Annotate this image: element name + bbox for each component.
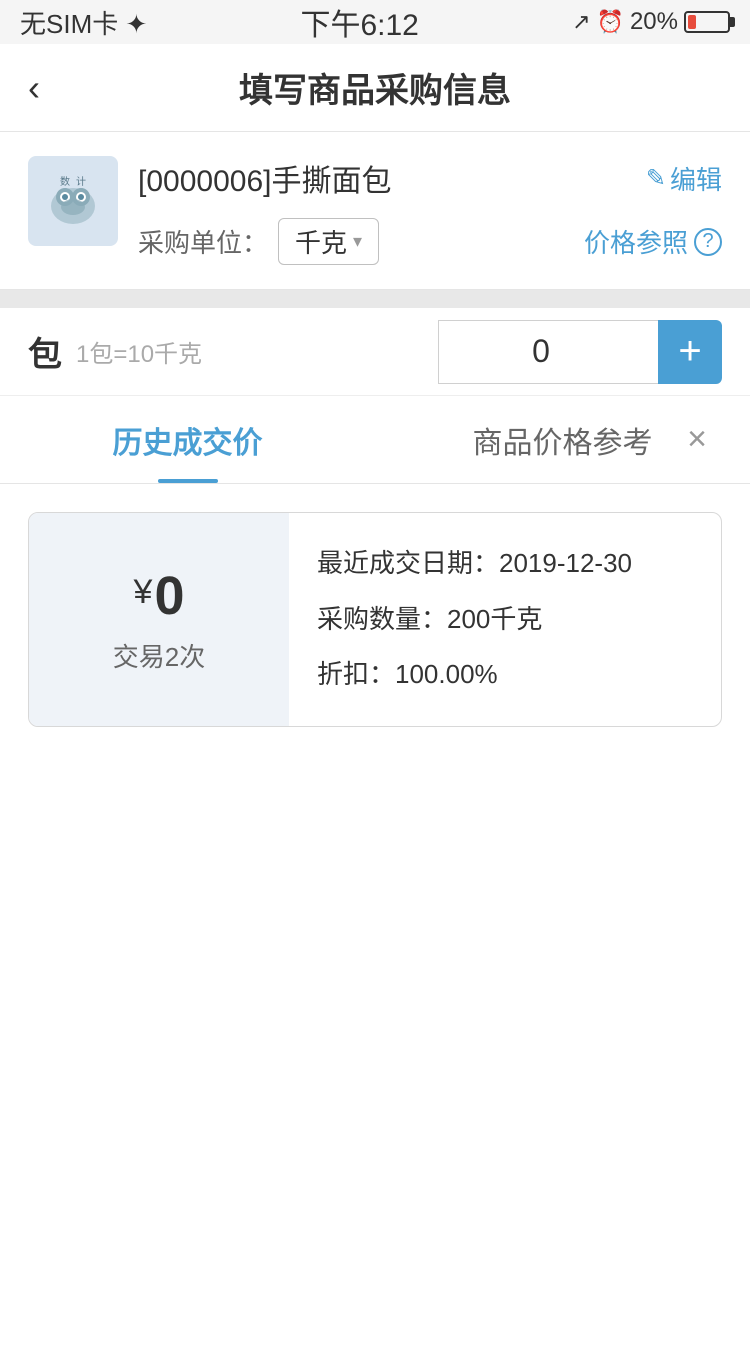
svg-text:计: 计	[76, 175, 86, 188]
tab-product-price-ref-label: 商品价格参考	[473, 418, 653, 462]
unit-select[interactable]: 千克 ▾	[278, 218, 379, 265]
close-button[interactable]: ×	[672, 415, 722, 465]
status-bar: 无SIM卡 ✦ 下午6:12 ↗ ⏰ 20%	[0, 0, 750, 44]
purchase-quantity-label: 采购数量：	[317, 604, 447, 634]
edit-button[interactable]: ✎ 编辑	[646, 160, 722, 197]
alarm-icon: ⏰	[597, 9, 624, 35]
status-time: 下午6:12	[300, 0, 418, 44]
price-amount: ¥ 0	[134, 565, 185, 627]
product-thumbnail: 数 计	[28, 156, 118, 246]
unit-value: 千克	[295, 223, 347, 260]
help-icon: ?	[694, 228, 722, 256]
quantity-unit: 包	[28, 327, 62, 376]
svg-text:数: 数	[60, 175, 70, 188]
page-title: 填写商品采购信息	[239, 63, 511, 112]
unit-label: 采购单位：	[138, 223, 268, 260]
discount-value: 100.00%	[395, 659, 498, 689]
content-area	[0, 755, 750, 1355]
purchase-quantity-value: 200千克	[447, 604, 542, 634]
quantity-plus-button[interactable]: +	[658, 320, 722, 384]
status-carrier: 无SIM卡 ✦	[20, 4, 147, 41]
nav-bar: ‹ 填写商品采购信息	[0, 44, 750, 132]
purchase-quantity-row: 采购数量：200千克	[317, 599, 693, 641]
section-divider	[0, 290, 750, 308]
edit-label: 编辑	[670, 160, 722, 197]
battery-icon	[684, 11, 730, 33]
recent-date-value: 2019-12-30	[499, 548, 632, 578]
status-right: ↗ ⏰ 20%	[572, 8, 730, 36]
recent-date-row: 最近成交日期：2019-12-30	[317, 543, 693, 585]
battery-percent: 20%	[630, 8, 678, 36]
price-card: ¥ 0 交易2次 最近成交日期：2019-12-30 采购数量：200千克 折扣…	[28, 512, 722, 727]
back-button[interactable]: ‹	[28, 67, 40, 109]
trade-count: 交易2次	[113, 637, 205, 674]
tab-history-price[interactable]: 历史成交价	[0, 396, 375, 483]
currency-symbol: ¥	[134, 573, 153, 612]
recent-date-label: 最近成交日期：	[317, 548, 499, 578]
tabs-row: 历史成交价 商品价格参考 ×	[0, 396, 750, 484]
quantity-section: 包 1包=10千克 +	[0, 308, 750, 396]
quantity-input[interactable]	[438, 320, 658, 384]
carrier-text: 无SIM卡 ✦	[20, 4, 147, 41]
tab-history-price-label: 历史成交价	[113, 418, 263, 462]
discount-row: 折扣：100.00%	[317, 654, 693, 696]
product-logo-icon: 数 计	[43, 171, 103, 231]
edit-icon: ✎	[646, 164, 666, 193]
chevron-down-icon: ▾	[353, 231, 362, 252]
bottom-panel: 历史成交价 商品价格参考 × ¥ 0 交易2次 最近成交日期：2019-12-3…	[0, 396, 750, 755]
discount-label: 折扣：	[317, 659, 395, 689]
quantity-input-wrap: +	[438, 320, 722, 384]
product-info: [0000006]手撕面包 ✎ 编辑 采购单位： 千克 ▾ 价格参照 ?	[138, 156, 722, 265]
quantity-conversion: 1包=10千克	[76, 334, 202, 369]
price-card-right: 最近成交日期：2019-12-30 采购数量：200千克 折扣：100.00%	[289, 513, 721, 726]
price-reference-button[interactable]: 价格参照 ?	[584, 223, 722, 260]
price-card-section: ¥ 0 交易2次 最近成交日期：2019-12-30 采购数量：200千克 折扣…	[0, 484, 750, 755]
product-name: [0000006]手撕面包	[138, 156, 391, 200]
price-card-left: ¥ 0 交易2次	[29, 513, 289, 726]
price-ref-label: 价格参照	[584, 223, 688, 260]
product-section: 数 计 [0000006]手撕面包 ✎ 编辑 采购单位： 千克 ▾	[0, 132, 750, 290]
price-value: 0	[154, 565, 184, 627]
tab-active-indicator	[158, 479, 218, 483]
location-icon: ↗	[572, 9, 590, 35]
